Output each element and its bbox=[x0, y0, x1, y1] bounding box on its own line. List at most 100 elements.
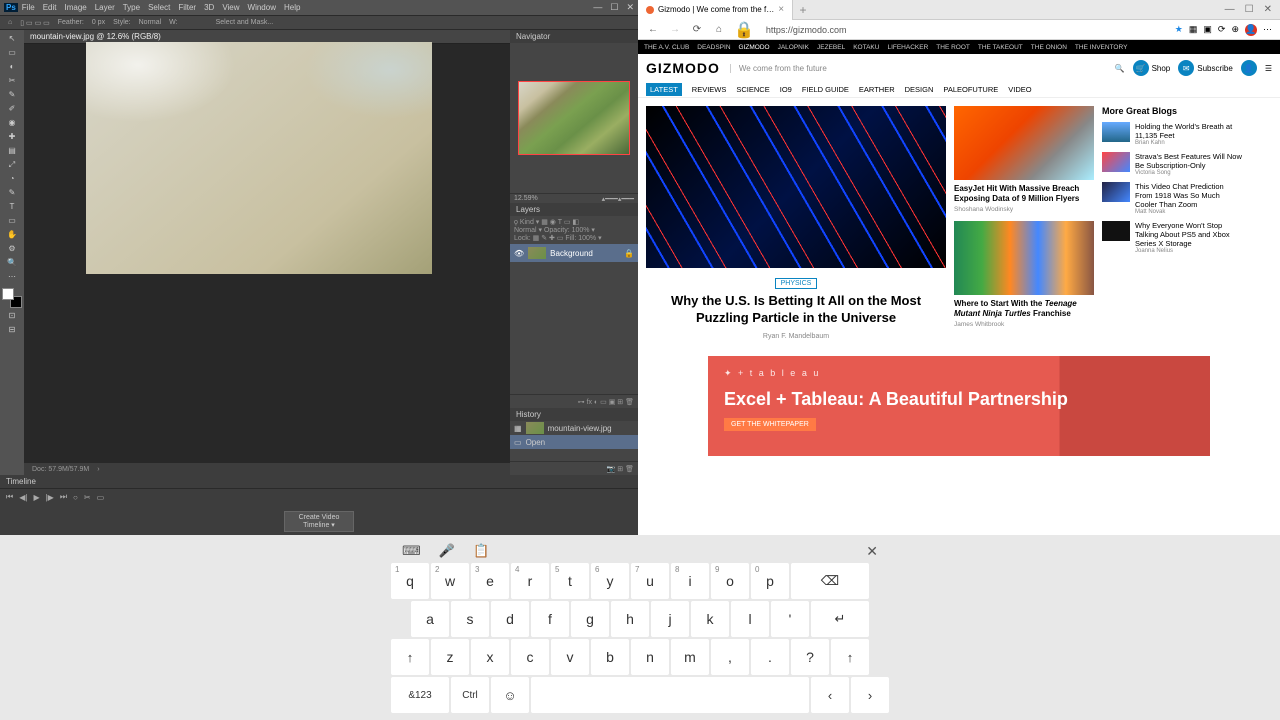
menu-view[interactable]: View bbox=[222, 3, 239, 12]
network-link[interactable]: THE A.V. CLUB bbox=[644, 44, 689, 51]
key-enter[interactable]: ↵ bbox=[811, 601, 869, 637]
key-c[interactable]: c bbox=[511, 639, 549, 675]
nav-paleofuture[interactable]: PALEOFUTURE bbox=[943, 85, 998, 94]
key-,[interactable]: , bbox=[711, 639, 749, 675]
menu-select[interactable]: Select bbox=[148, 3, 170, 12]
key-z[interactable]: z bbox=[431, 639, 469, 675]
search-icon[interactable]: 🔍 bbox=[1115, 64, 1125, 73]
microphone-icon[interactable]: 🎤 bbox=[439, 543, 455, 559]
layers-options[interactable]: ϙ Kind ▾ ▦ ◉ T ▭ ◧Normal ▾ Opacity: 100%… bbox=[510, 216, 638, 244]
key-y[interactable]: 6y bbox=[591, 563, 629, 599]
browser-minimize[interactable]: — bbox=[1225, 4, 1235, 15]
key-space[interactable] bbox=[531, 677, 809, 713]
browser-maximize[interactable]: ☐ bbox=[1245, 4, 1254, 15]
menu-filter[interactable]: Filter bbox=[178, 3, 196, 12]
rotate-tool[interactable]: ⚙ bbox=[2, 242, 22, 255]
tab-close-icon[interactable]: × bbox=[778, 4, 784, 15]
key-w[interactable]: 2w bbox=[431, 563, 469, 599]
menu-image[interactable]: Image bbox=[64, 3, 86, 12]
network-link[interactable]: KOTAKU bbox=[853, 44, 879, 51]
color-swatch[interactable] bbox=[2, 288, 22, 308]
menu-edit[interactable]: Edit bbox=[43, 3, 57, 12]
subscribe-button[interactable]: ✉Subscribe bbox=[1178, 60, 1233, 76]
key-t[interactable]: 5t bbox=[551, 563, 589, 599]
key-a[interactable]: a bbox=[411, 601, 449, 637]
opt-select-mask[interactable]: Select and Mask... bbox=[216, 19, 274, 26]
nav-home-button[interactable]: ⌂ bbox=[712, 24, 726, 35]
key-x[interactable]: x bbox=[471, 639, 509, 675]
story-title[interactable]: Where to Start With the Teenage Mutant N… bbox=[954, 299, 1094, 319]
gradient-tool[interactable]: ▤ bbox=[2, 144, 22, 157]
key-m[interactable]: m bbox=[671, 639, 709, 675]
network-link[interactable]: LIFEHACKER bbox=[887, 44, 928, 51]
key-k[interactable]: k bbox=[691, 601, 729, 637]
new-tab-button[interactable]: + bbox=[793, 3, 813, 17]
blog-item[interactable]: Strava's Best Features Will Now Be Subsc… bbox=[1102, 152, 1242, 176]
ext4-icon[interactable]: ⊕ bbox=[1231, 24, 1239, 36]
dodge-tool[interactable]: ◔ bbox=[2, 172, 22, 185]
key-d[interactable]: d bbox=[491, 601, 529, 637]
key-ctrl[interactable]: Ctrl bbox=[451, 677, 489, 713]
opt-style-value[interactable]: Normal bbox=[139, 19, 162, 26]
key-'[interactable]: ' bbox=[771, 601, 809, 637]
favorite-icon[interactable]: ★ bbox=[1175, 24, 1183, 36]
keyboard-layout-icon[interactable]: ⌨ bbox=[402, 543, 421, 559]
nav-reviews[interactable]: REVIEWS bbox=[692, 85, 727, 94]
timeline-title[interactable]: Timeline bbox=[0, 475, 638, 489]
url-input[interactable]: https://gizmodo.com bbox=[762, 23, 1167, 37]
hamburger-icon[interactable]: ☰ bbox=[1265, 64, 1272, 73]
blog-item[interactable]: Why Everyone Won't Stop Talking About PS… bbox=[1102, 221, 1242, 254]
nav-science[interactable]: SCIENCE bbox=[736, 85, 769, 94]
nav-video[interactable]: VIDEO bbox=[1008, 85, 1031, 94]
navigator-thumb[interactable] bbox=[518, 81, 630, 155]
zoom-tool[interactable]: 🔍 bbox=[2, 256, 22, 269]
visibility-icon[interactable]: 👁 bbox=[514, 249, 524, 258]
key-left[interactable]: ‹ bbox=[811, 677, 849, 713]
browser-tab[interactable]: Gizmodo | We come from the f… × bbox=[638, 0, 793, 20]
menu-help[interactable]: Help bbox=[284, 3, 300, 12]
nav-design[interactable]: DESIGN bbox=[905, 85, 934, 94]
brush-tool[interactable]: ✐ bbox=[2, 102, 22, 115]
key-shift-left[interactable]: ↑ bbox=[391, 639, 429, 675]
key-f[interactable]: f bbox=[531, 601, 569, 637]
heal-tool[interactable]: ◉ bbox=[2, 116, 22, 129]
network-link[interactable]: THE INVENTORY bbox=[1075, 44, 1128, 51]
key-numbers[interactable]: &123 bbox=[391, 677, 449, 713]
key-b[interactable]: b bbox=[591, 639, 629, 675]
key-?[interactable]: ? bbox=[791, 639, 829, 675]
lasso-tool[interactable]: ◐ bbox=[2, 60, 22, 73]
history-step-open[interactable]: ▭ Open bbox=[510, 435, 638, 449]
home-icon[interactable]: ⌂ bbox=[8, 19, 12, 26]
navigator-panel-title[interactable]: Navigator bbox=[510, 30, 638, 43]
gizmodo-logo[interactable]: GIZMODO bbox=[646, 60, 720, 76]
key-q[interactable]: 1q bbox=[391, 563, 429, 599]
key-g[interactable]: g bbox=[571, 601, 609, 637]
nav-earther[interactable]: EARTHER bbox=[859, 85, 895, 94]
story-card[interactable]: Where to Start With the Teenage Mutant N… bbox=[954, 221, 1094, 328]
menu-icon[interactable]: ⋯ bbox=[1263, 24, 1272, 36]
opt-feather-value[interactable]: 0 px bbox=[92, 19, 105, 26]
avatar-icon[interactable]: 👤 bbox=[1241, 60, 1257, 76]
hero-headline[interactable]: Why the U.S. Is Betting It All on the Mo… bbox=[646, 293, 946, 327]
ext1-icon[interactable]: ▦ bbox=[1189, 24, 1198, 36]
timeline-controls[interactable]: ⏮◀|▶|▶⏭○✂▭ bbox=[0, 489, 638, 505]
blog-item[interactable]: This Video Chat Prediction From 1918 Was… bbox=[1102, 182, 1242, 215]
pen-tool[interactable]: ✎ bbox=[2, 186, 22, 199]
shop-button[interactable]: 🛒Shop bbox=[1133, 60, 1171, 76]
key-p[interactable]: 0p bbox=[751, 563, 789, 599]
key-n[interactable]: n bbox=[631, 639, 669, 675]
menu-3d[interactable]: 3D bbox=[204, 3, 214, 12]
key-right[interactable]: › bbox=[851, 677, 889, 713]
layers-panel-title[interactable]: Layers bbox=[510, 203, 638, 216]
nav-forward-button[interactable]: → bbox=[668, 24, 682, 35]
ps-maximize[interactable]: ☐ bbox=[610, 2, 618, 13]
history-snapshot[interactable]: ▦ mountain-view.jpg bbox=[510, 421, 638, 435]
story-title[interactable]: EasyJet Hit With Massive Breach Exposing… bbox=[954, 184, 1094, 204]
key-o[interactable]: 9o bbox=[711, 563, 749, 599]
move-tool[interactable]: ↖ bbox=[2, 32, 22, 45]
network-link[interactable]: THE TAKEOUT bbox=[978, 44, 1023, 51]
nav-fieldguide[interactable]: FIELD GUIDE bbox=[802, 85, 849, 94]
key-v[interactable]: v bbox=[551, 639, 589, 675]
blog-item[interactable]: Holding the World's Breath at 11,135 Fee… bbox=[1102, 122, 1242, 146]
blur-tool[interactable]: ⤢ bbox=[2, 158, 22, 171]
